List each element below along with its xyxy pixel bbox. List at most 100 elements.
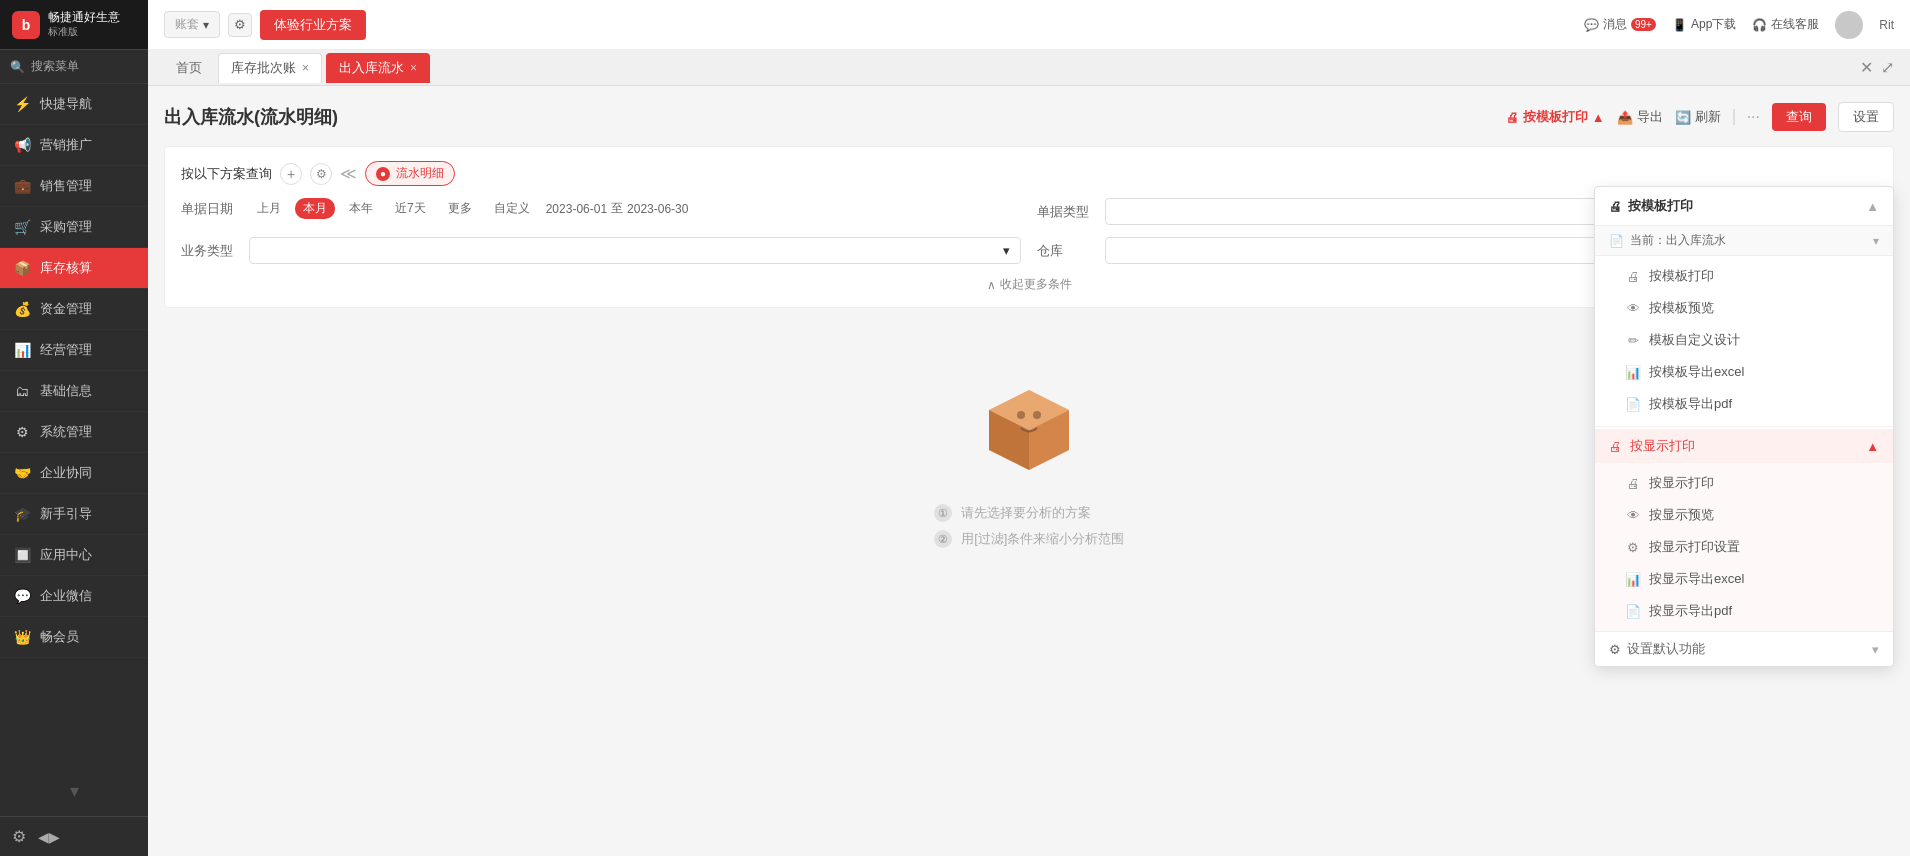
template-print-item[interactable]: 🖨 按模板打印 <box>1595 260 1893 292</box>
date-opt-7days[interactable]: 近7天 <box>387 198 434 219</box>
print-label: 按模板打印 <box>1523 108 1588 126</box>
display-print-icon: 🖨 <box>1609 439 1622 454</box>
sidebar-item-finance[interactable]: 💰 资金管理 <box>0 289 148 330</box>
sidebar-item-quick-nav[interactable]: ⚡ 快捷导航 <box>0 84 148 125</box>
close-inventory-batch-icon[interactable]: × <box>302 61 309 75</box>
filter-settings-btn[interactable]: ⚙ <box>310 163 332 185</box>
template-preview-label: 按模板预览 <box>1649 299 1714 317</box>
display-print-section-header[interactable]: 🖨 按显示打印 ▲ <box>1595 429 1893 463</box>
sidebar-item-basic[interactable]: 🗂 基础信息 <box>0 371 148 412</box>
sidebar-scroll-down[interactable]: ▾ <box>0 766 148 816</box>
date-opt-last-month[interactable]: 上月 <box>249 198 289 219</box>
template-export-excel-item[interactable]: 📊 按模板导出excel <box>1595 356 1893 388</box>
sidebar-bottom: ⚙ ◀▶ <box>0 816 148 856</box>
sidebar-item-corp-wechat[interactable]: 💬 企业微信 <box>0 576 148 617</box>
display-export-excel-item[interactable]: 📊 按显示导出excel <box>1595 563 1893 595</box>
sidebar-item-system[interactable]: ⚙ 系统管理 <box>0 412 148 453</box>
sidebar-item-purchase[interactable]: 🛒 采购管理 <box>0 207 148 248</box>
footer-label: 设置默认功能 <box>1627 640 1705 658</box>
divider <box>1733 109 1735 125</box>
quick-nav-icon: ⚡ <box>12 94 32 114</box>
tabs-actions: ✕ ⤢ <box>1860 58 1894 77</box>
download-icon: 📱 <box>1672 18 1687 32</box>
collapse-icon[interactable]: ◀▶ <box>38 829 60 845</box>
app-download-btn[interactable]: 📱 App下载 <box>1672 16 1736 33</box>
settings-page-btn[interactable]: 设置 <box>1838 102 1894 132</box>
filter-collapse-btn[interactable]: ≪ <box>340 164 357 183</box>
close-stock-flow-icon[interactable]: × <box>410 61 417 75</box>
maximize-tab-icon[interactable]: ⤢ <box>1881 58 1894 77</box>
sidebar-item-marketing[interactable]: 📢 营销推广 <box>0 125 148 166</box>
search-menu[interactable]: 🔍 搜索菜单 <box>0 50 148 84</box>
print-btn[interactable]: 🖨 按模板打印 ▲ <box>1506 108 1605 126</box>
sidebar-item-label: 经营管理 <box>40 341 92 359</box>
export-icon: 📤 <box>1617 110 1633 125</box>
template-export-pdf-item[interactable]: 📄 按模板导出pdf <box>1595 388 1893 420</box>
display-print-settings-item[interactable]: ⚙ 按显示打印设置 <box>1595 531 1893 563</box>
app-center-icon: 🔲 <box>12 545 32 565</box>
stock-flow-label: 出入库流水 <box>339 59 404 77</box>
sidebar-item-label: 快捷导航 <box>40 95 92 113</box>
dropdown-title: 按模板打印 <box>1628 197 1693 215</box>
sidebar-item-newbie[interactable]: 🎓 新手引导 <box>0 494 148 535</box>
template-preview-item[interactable]: 👁 按模板预览 <box>1595 292 1893 324</box>
sidebar-item-label: 资金管理 <box>40 300 92 318</box>
service-icon: 🎧 <box>1752 18 1767 32</box>
dropdown-footer[interactable]: ⚙ 设置默认功能 ▾ <box>1595 631 1893 666</box>
empty-tips: ① 请先选择要分析的方案 ② 用[过滤]条件来缩小分析范围 <box>934 500 1125 552</box>
display-export-pdf-item[interactable]: 📄 按显示导出pdf <box>1595 595 1893 627</box>
basic-icon: 🗂 <box>12 381 32 401</box>
refresh-icon: 🔄 <box>1675 110 1691 125</box>
biz-type-select[interactable]: ▾ <box>249 237 1021 264</box>
sidebar-item-membership[interactable]: 👑 畅会员 <box>0 617 148 658</box>
display-export-pdf-label: 按显示导出pdf <box>1649 602 1732 620</box>
sidebar-item-sales[interactable]: 💼 销售管理 <box>0 166 148 207</box>
print-icon: 🖨 <box>1625 268 1641 284</box>
avatar[interactable] <box>1835 11 1863 39</box>
settings-btn[interactable]: ⚙ <box>228 13 252 37</box>
template-print-label: 按模板打印 <box>1649 267 1714 285</box>
date-opt-more[interactable]: 更多 <box>440 198 480 219</box>
export-btn[interactable]: 📤 导出 <box>1617 108 1663 126</box>
template-design-item[interactable]: ✏ 模板自定义设计 <box>1595 324 1893 356</box>
date-opt-this-year[interactable]: 本年 <box>341 198 381 219</box>
online-service-btn[interactable]: 🎧 在线客服 <box>1752 16 1819 33</box>
tab-stock-flow[interactable]: 出入库流水 × <box>326 53 430 83</box>
date-opt-custom[interactable]: 自定义 <box>486 198 538 219</box>
industry-btn[interactable]: 体验行业方案 <box>260 10 366 40</box>
more-icon[interactable]: ··· <box>1747 108 1760 126</box>
sidebar-item-app-center[interactable]: 🔲 应用中心 <box>0 535 148 576</box>
sidebar-item-label: 系统管理 <box>40 423 92 441</box>
account-selector[interactable]: 账套 ▾ <box>164 11 220 38</box>
display-print-item[interactable]: 🖨 按显示打印 <box>1595 467 1893 499</box>
preview-icon: 👁 <box>1625 300 1641 316</box>
dropdown-panel: 🖨 按模板打印 ▲ 📄 当前：出入库流水 ▾ 🖨 按模板打印 <box>1594 186 1894 667</box>
refresh-btn[interactable]: 🔄 刷新 <box>1675 108 1721 126</box>
sidebar-item-operations[interactable]: 📊 经营管理 <box>0 330 148 371</box>
sidebar-item-label: 企业微信 <box>40 587 92 605</box>
account-name: 账套 <box>175 16 199 33</box>
sidebar-item-label: 库存核算 <box>40 259 92 277</box>
tab-home[interactable]: 首页 <box>164 53 214 83</box>
sidebar-item-label: 营销推广 <box>40 136 92 154</box>
logo-icon: b <box>12 11 40 39</box>
sidebar: b 畅捷通好生意 标准版 🔍 搜索菜单 ⚡ 快捷导航 📢 营销推广 💼 销售管理… <box>0 0 148 856</box>
message-btn[interactable]: 💬 消息 99+ <box>1584 16 1656 33</box>
filter-add-btn[interactable]: + <box>280 163 302 185</box>
tabs-bar: 首页 库存批次账 × 出入库流水 × ✕ ⤢ <box>148 50 1910 86</box>
settings-icon[interactable]: ⚙ <box>12 827 26 846</box>
date-opt-this-month[interactable]: 本月 <box>295 198 335 219</box>
close-tab-icon[interactable]: ✕ <box>1860 58 1873 77</box>
sidebar-item-label: 企业协同 <box>40 464 92 482</box>
tab-inventory-batch[interactable]: 库存批次账 × <box>218 53 322 83</box>
display-print-section: 🖨 按显示打印 👁 按显示预览 ⚙ 按显示打印设置 📊 按显示导出excel 📄 <box>1595 463 1893 631</box>
display-preview-item[interactable]: 👁 按显示预览 <box>1595 499 1893 531</box>
enterprise-icon: 🤝 <box>12 463 32 483</box>
current-template: 📄 当前：出入库流水 ▾ <box>1595 226 1893 256</box>
sidebar-item-enterprise[interactable]: 🤝 企业协同 <box>0 453 148 494</box>
sidebar-item-inventory[interactable]: 📦 库存核算 <box>0 248 148 289</box>
page-actions: 🖨 按模板打印 ▲ 📤 导出 🔄 刷新 ··· 查询 设置 <box>1506 102 1894 132</box>
query-btn[interactable]: 查询 <box>1772 103 1826 131</box>
preview-icon: 👁 <box>1625 507 1641 523</box>
empty-illustration <box>979 380 1079 480</box>
